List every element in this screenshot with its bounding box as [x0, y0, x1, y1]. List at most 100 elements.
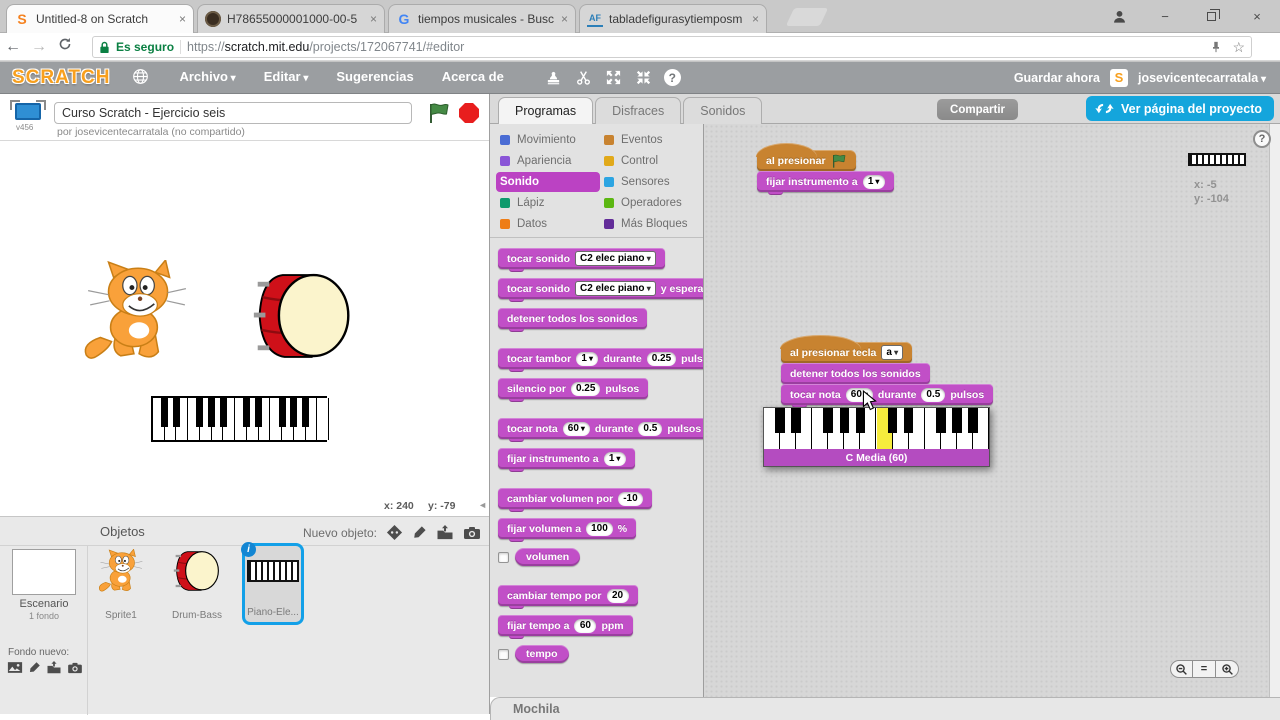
piano-black-key[interactable]: [823, 408, 834, 433]
forward-button[interactable]: →: [26, 38, 52, 56]
stack-block[interactable]: tocar nota60durante0.5pulsos: [498, 418, 703, 442]
stack-block[interactable]: tocar nota60durante0.5pulsos: [781, 384, 994, 408]
note-picker-popup[interactable]: C Media (60): [763, 407, 990, 467]
piano-black-key[interactable]: [208, 398, 216, 427]
reporter-checkbox[interactable]: [498, 648, 509, 660]
category-eventos[interactable]: Eventos: [600, 130, 703, 150]
green-flag-button[interactable]: [427, 101, 451, 125]
back-button[interactable]: ←: [0, 38, 26, 56]
script-stack[interactable]: al presionar fijar instrumento a 1: [756, 143, 894, 195]
number-input[interactable]: 0.5: [638, 421, 663, 436]
piano-black-key[interactable]: [968, 408, 978, 433]
number-input[interactable]: 20: [606, 588, 629, 603]
piano-black-key[interactable]: [855, 408, 866, 433]
project-title-input[interactable]: [54, 102, 412, 124]
shrink-sprite-icon[interactable]: [634, 68, 654, 88]
script-stack[interactable]: al presionar tecla a detener todos los son…: [779, 335, 994, 408]
paint-new-sprite-icon[interactable]: [412, 525, 427, 540]
piano-black-key[interactable]: [302, 398, 310, 427]
backdrop-library-icon[interactable]: [7, 661, 23, 674]
dropdown-input[interactable]: C2 elec piano: [575, 251, 656, 266]
number-dropdown[interactable]: 1: [576, 351, 599, 366]
menu-item-archivo[interactable]: Archivo: [167, 60, 247, 95]
tips-panel-strip[interactable]: [1269, 124, 1280, 697]
number-input[interactable]: 0.5: [921, 387, 946, 402]
piano-black-key[interactable]: [791, 408, 801, 433]
stack-block[interactable]: fijar instrumento a 1: [757, 171, 894, 195]
piano-white-key[interactable]: [317, 398, 329, 440]
piano-black-key[interactable]: [219, 398, 227, 427]
browser-tab[interactable]: AF tabladefigurasytiemposm ×: [579, 4, 767, 33]
reporter-checkbox[interactable]: [498, 551, 509, 563]
number-input[interactable]: 100: [586, 521, 613, 536]
category-lápiz[interactable]: Lápiz: [496, 193, 600, 213]
camera-sprite-icon[interactable]: [463, 526, 481, 540]
number-dropdown[interactable]: 60: [562, 421, 590, 436]
dropdown-input[interactable]: C2 elec piano: [575, 281, 656, 296]
camera-backdrop-icon[interactable]: [67, 662, 83, 674]
stack-block[interactable]: silencio por 0.25 pulsos: [498, 378, 649, 402]
reporter-block[interactable]: volumen: [515, 548, 581, 566]
zoom-reset-button[interactable]: =: [1193, 660, 1216, 678]
piano-black-key[interactable]: [172, 398, 180, 427]
stack-block[interactable]: detener todos los sonidos: [781, 363, 930, 387]
piano-black-key[interactable]: [839, 408, 850, 433]
language-globe-icon[interactable]: [132, 68, 149, 88]
profile-icon[interactable]: [1096, 0, 1142, 33]
category-operadores[interactable]: Operadores: [600, 193, 703, 213]
stack-block[interactable]: cambiar volumen por -10: [498, 488, 652, 512]
zoom-in-button[interactable]: [1216, 660, 1239, 678]
minimize-button[interactable]: −: [1142, 0, 1188, 33]
stack-block[interactable]: detener todos los sonidos: [498, 308, 647, 332]
collapse-stage-icon[interactable]: ◄: [478, 500, 487, 510]
tab-close-icon[interactable]: ×: [752, 12, 759, 26]
view-project-page-button[interactable]: Ver página del proyecto: [1085, 96, 1274, 121]
upload-backdrop-icon[interactable]: [46, 661, 62, 674]
piano-black-key[interactable]: [196, 398, 204, 427]
category-datos[interactable]: Datos: [496, 214, 600, 234]
tips-help-button[interactable]: ?: [1253, 130, 1271, 148]
piano-black-key[interactable]: [290, 398, 298, 427]
tab-close-icon[interactable]: ×: [561, 12, 568, 26]
hat-block[interactable]: al presionar tecla a: [779, 335, 913, 366]
browser-tab[interactable]: Gtiempos musicales - Busc ×: [388, 4, 576, 33]
stack-block[interactable]: fijar tempo a 60 ppm: [498, 615, 633, 639]
grow-sprite-icon[interactable]: [604, 68, 624, 88]
new-tab-button[interactable]: [785, 8, 829, 26]
block-help-icon[interactable]: ?: [663, 69, 681, 86]
menu-item-sugerencias[interactable]: Sugerencias: [324, 60, 425, 95]
stack-block[interactable]: fijar volumen a 100%: [498, 518, 637, 542]
hat-block[interactable]: al presionar: [756, 143, 856, 174]
piano-black-key[interactable]: [952, 408, 962, 433]
tab-sonidos[interactable]: Sonidos: [683, 97, 763, 124]
category-control[interactable]: Control: [600, 151, 703, 171]
share-button[interactable]: Compartir: [937, 99, 1018, 120]
new-sprite-library-icon[interactable]: [386, 524, 403, 541]
sprite-info-icon[interactable]: i: [241, 542, 256, 557]
save-now-button[interactable]: Guardar ahora: [1014, 71, 1100, 85]
piano-black-key[interactable]: [243, 398, 251, 427]
piano-black-key[interactable]: [775, 408, 785, 433]
piano-black-key[interactable]: [255, 398, 263, 427]
stack-block[interactable]: tocar sonido C2 elec piano y esperar: [498, 278, 703, 302]
user-menu[interactable]: josevicentecarratala: [1138, 71, 1266, 85]
tab-programas[interactable]: Programas: [498, 97, 594, 124]
stack-block[interactable]: tocar tambor 1 durante 0.25 pulsos: [498, 348, 703, 372]
backpack-bar[interactable]: Mochila: [490, 697, 1280, 720]
browser-tab[interactable]: H78655000001000-00-5 ×: [197, 4, 385, 33]
menu-item-acerca-de[interactable]: Acerca de: [430, 60, 516, 95]
browser-tab[interactable]: S Untitled-8 on Scratch ×: [6, 4, 194, 33]
tab-close-icon[interactable]: ×: [370, 12, 377, 26]
dropdown-input[interactable]: a: [881, 345, 904, 360]
address-bar[interactable]: Es seguro https://scratch.mit.edu/projec…: [92, 36, 1252, 58]
duplicate-stamp-icon[interactable]: [544, 68, 564, 88]
number-dropdown[interactable]: 1: [603, 451, 626, 466]
viewer-mode-icon[interactable]: v456: [10, 100, 46, 134]
zoom-out-button[interactable]: [1170, 660, 1193, 678]
number-input[interactable]: 0.25: [570, 381, 601, 396]
stage-thumbnail[interactable]: [12, 549, 76, 595]
reporter-block[interactable]: tempo: [515, 645, 569, 663]
menu-item-editar[interactable]: Editar: [252, 60, 321, 95]
stage-canvas[interactable]: [0, 141, 489, 497]
number-input[interactable]: 0.25: [646, 351, 677, 366]
